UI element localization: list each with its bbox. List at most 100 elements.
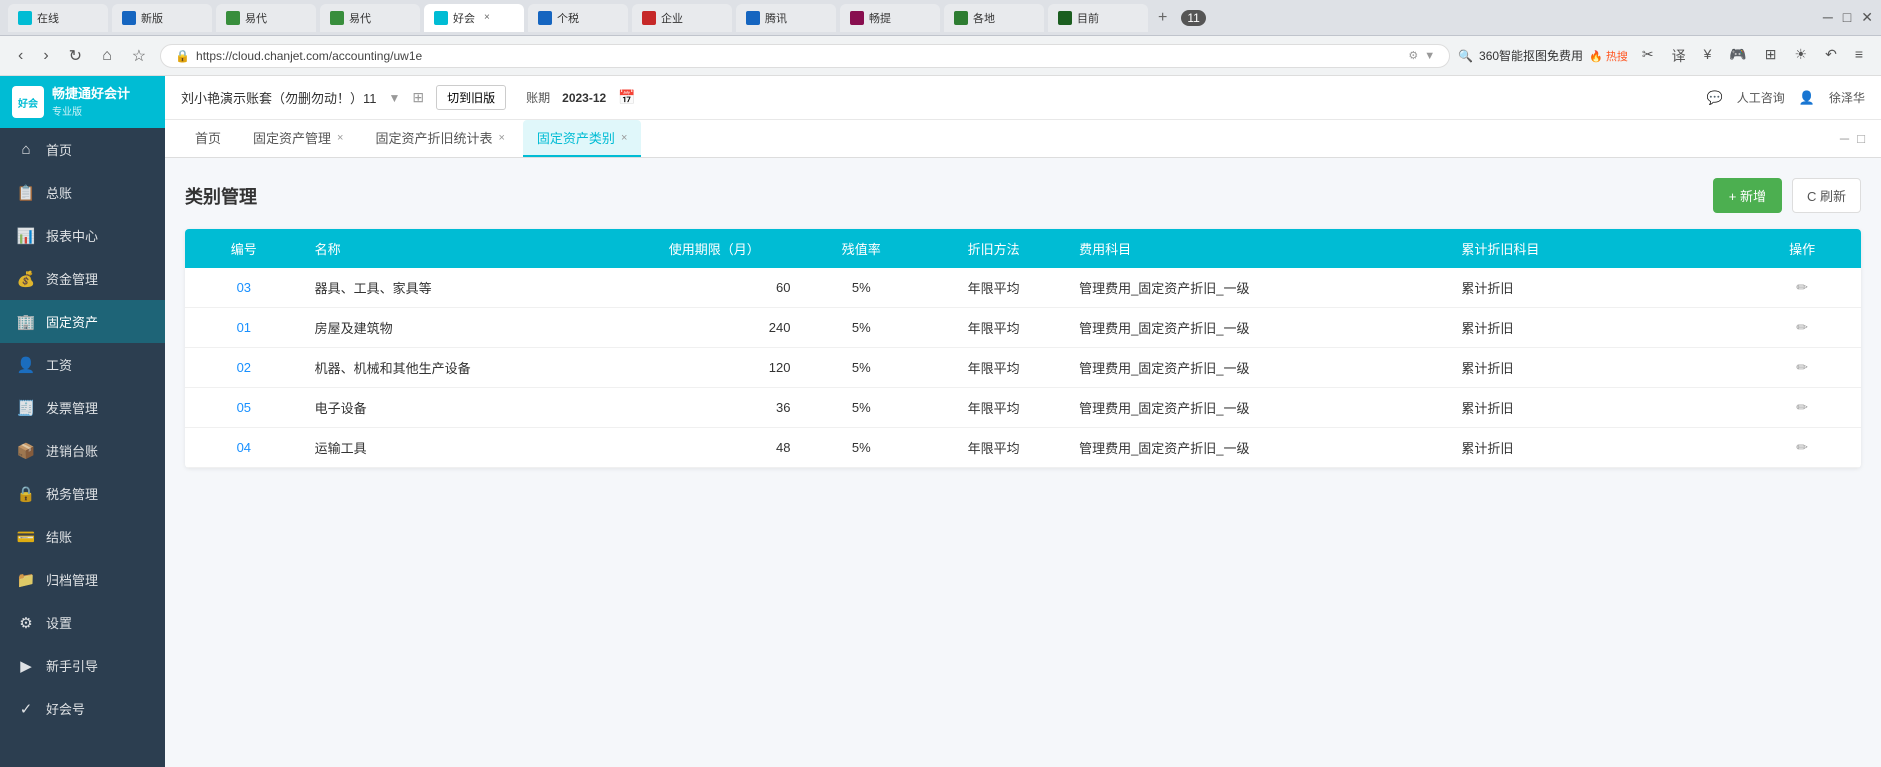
tab-xinban[interactable]: 新版 <box>112 4 212 32</box>
expand-icon[interactable]: ⊞ <box>412 89 424 106</box>
main-area: 刘小艳演示账套（勿删勿动！）11 ▼ ⊞ 切到旧版 账期 2023-12 📅 💬… <box>165 76 1881 767</box>
sidebar-item-salary[interactable]: 👤 工资 <box>0 343 165 386</box>
bookmark-button[interactable]: ☆ <box>126 44 152 68</box>
invoice-icon: 🧾 <box>16 399 36 417</box>
cell-period-1: 240 <box>626 308 802 348</box>
cell-residual-3: 5% <box>802 388 920 428</box>
cell-action-3: ✏ <box>1743 388 1861 428</box>
address-bar[interactable]: 🔒 https://cloud.chanjet.com/accounting/u… <box>160 44 1450 68</box>
expand-icon: ⚙ <box>1408 49 1418 62</box>
tab-geshui[interactable]: 个税 <box>528 4 628 32</box>
tab-homepage[interactable]: 首页 <box>181 120 235 157</box>
sidebar-item-fund[interactable]: 💰 资金管理 <box>0 257 165 300</box>
search-area: 🔍 360智能抠图免费用 🔥 热搜 <box>1458 47 1628 64</box>
refresh-button[interactable]: C 刷新 <box>1792 178 1861 213</box>
forward-button[interactable]: › <box>37 45 54 67</box>
close-tab-asset-category[interactable]: × <box>621 132 627 144</box>
archive-icon: 📁 <box>16 571 36 589</box>
tab-muqian[interactable]: 目前 <box>1048 4 1148 32</box>
table-row: 03 器具、工具、家具等 60 5% 年限平均 管理费用_固定资产折旧_一级 累… <box>185 268 1861 308</box>
grid-icon[interactable]: ⊞ <box>1759 44 1783 68</box>
cell-accum-2: 累计折旧 <box>1449 348 1743 388</box>
sun-icon[interactable]: ☀ <box>1789 44 1814 68</box>
tab-changti[interactable]: 畅提 <box>840 4 940 32</box>
settings-icon: ⚙ <box>16 614 36 632</box>
tax-icon: 🔒 <box>16 485 36 503</box>
close-tab-depreciation-table[interactable]: × <box>498 132 504 144</box>
cut-icon[interactable]: ✂ <box>1636 44 1660 68</box>
sidebar-item-fixed-asset[interactable]: 🏢 固定资产 <box>0 300 165 343</box>
home-icon: ⌂ <box>16 141 36 158</box>
add-button[interactable]: + 新增 <box>1713 178 1782 213</box>
sidebar-item-stock[interactable]: 📦 进销台账 <box>0 429 165 472</box>
browser-tab-bar: 在线 新版 易代 易代 好会 × 个税 企业 腾讯 畅提 各地 目前 + 11 <box>0 0 1881 36</box>
minimize-button[interactable]: ─ <box>1823 9 1833 26</box>
logo-icon: 好会 <box>12 86 44 118</box>
tab-zaixin[interactable]: 在线 <box>8 4 108 32</box>
tab-qiye[interactable]: 企业 <box>632 4 732 32</box>
edit-button-3[interactable]: ✏ <box>1796 399 1808 415</box>
game-icon[interactable]: 🎮 <box>1723 44 1752 68</box>
edit-button-1[interactable]: ✏ <box>1796 319 1808 335</box>
app-header: 刘小艳演示账套（勿删勿动！）11 ▼ ⊞ 切到旧版 账期 2023-12 📅 💬… <box>165 76 1881 120</box>
support-label[interactable]: 人工咨询 <box>1737 89 1785 106</box>
cell-period-3: 36 <box>626 388 802 428</box>
yuan-icon[interactable]: ¥ <box>1698 44 1718 68</box>
cell-period-4: 48 <box>626 428 802 468</box>
cell-residual-2: 5% <box>802 348 920 388</box>
tab-fixed-asset-mgmt[interactable]: 固定资产管理 × <box>239 120 357 157</box>
undo-icon[interactable]: ↶ <box>1819 44 1843 68</box>
sidebar-label-stock: 进销台账 <box>46 441 98 460</box>
tab-asset-category[interactable]: 固定资产类别 × <box>523 120 641 157</box>
calendar-icon[interactable]: 📅 <box>618 89 635 106</box>
cell-accum-4: 累计折旧 <box>1449 428 1743 468</box>
tab-depreciation-table[interactable]: 固定资产折旧统计表 × <box>361 120 518 157</box>
dropdown-icon[interactable]: ▼ <box>1424 50 1435 62</box>
cell-period-2: 120 <box>626 348 802 388</box>
period-value: 2023-12 <box>562 91 606 105</box>
sidebar-item-report[interactable]: 📊 报表中心 <box>0 214 165 257</box>
dropdown-arrow[interactable]: ▼ <box>389 91 401 105</box>
sidebar-item-hotline[interactable]: ✓ 好会号 <box>0 687 165 730</box>
home-button[interactable]: ⌂ <box>96 45 118 67</box>
sidebar-label-fund: 资金管理 <box>46 269 98 288</box>
sidebar-item-home[interactable]: ⌂ 首页 <box>0 128 165 171</box>
tab-yidai1[interactable]: 易代 <box>216 4 316 32</box>
menu-icon[interactable]: ≡ <box>1849 44 1869 68</box>
sidebar-item-checkout[interactable]: 💳 结账 <box>0 515 165 558</box>
close-tab-haohui[interactable]: × <box>484 12 490 23</box>
header-code: 编号 <box>185 229 303 268</box>
edit-button-0[interactable]: ✏ <box>1796 279 1808 295</box>
header-buttons: + 新增 C 刷新 <box>1713 178 1861 213</box>
cell-method-4: 年限平均 <box>920 428 1067 468</box>
username-label[interactable]: 徐泽华 <box>1829 89 1865 106</box>
translate-icon[interactable]: 译 <box>1666 44 1692 68</box>
cell-expense-3: 管理费用_固定资产折旧_一级 <box>1067 388 1449 428</box>
sidebar-item-settings[interactable]: ⚙ 设置 <box>0 601 165 644</box>
tab-gedi[interactable]: 各地 <box>944 4 1044 32</box>
close-window-button[interactable]: ✕ <box>1861 9 1873 26</box>
tab-tengxun[interactable]: 腾讯 <box>736 4 836 32</box>
hot-label[interactable]: 🔥 热搜 <box>1589 48 1628 64</box>
sidebar-label-salary: 工资 <box>46 355 72 374</box>
tab-haohui[interactable]: 好会 × <box>424 4 524 32</box>
add-tab-button[interactable]: + <box>1152 9 1173 27</box>
reload-button[interactable]: ↻ <box>63 44 88 68</box>
sidebar-item-ledger[interactable]: 📋 总账 <box>0 171 165 214</box>
tab-yidai2[interactable]: 易代 <box>320 4 420 32</box>
tab-minimize-icon[interactable]: ─ <box>1840 131 1849 146</box>
sidebar-item-archive[interactable]: 📁 归档管理 <box>0 558 165 601</box>
maximize-button[interactable]: □ <box>1843 9 1851 26</box>
sidebar-item-tax[interactable]: 🔒 税务管理 <box>0 472 165 515</box>
back-button[interactable]: ‹ <box>12 45 29 67</box>
cell-name-0: 器具、工具、家具等 <box>303 268 626 308</box>
tab-expand-icon[interactable]: □ <box>1857 131 1865 146</box>
switch-version-button[interactable]: 切到旧版 <box>436 85 506 110</box>
header-period: 使用期限（月） <box>626 229 802 268</box>
edit-button-2[interactable]: ✏ <box>1796 359 1808 375</box>
close-tab-fixed-asset-mgmt[interactable]: × <box>337 132 343 144</box>
search-text: 360智能抠图免费用 <box>1479 47 1583 64</box>
sidebar-item-guide[interactable]: ▶ 新手引导 <box>0 644 165 687</box>
sidebar-item-invoice[interactable]: 🧾 发票管理 <box>0 386 165 429</box>
edit-button-4[interactable]: ✏ <box>1796 439 1808 455</box>
